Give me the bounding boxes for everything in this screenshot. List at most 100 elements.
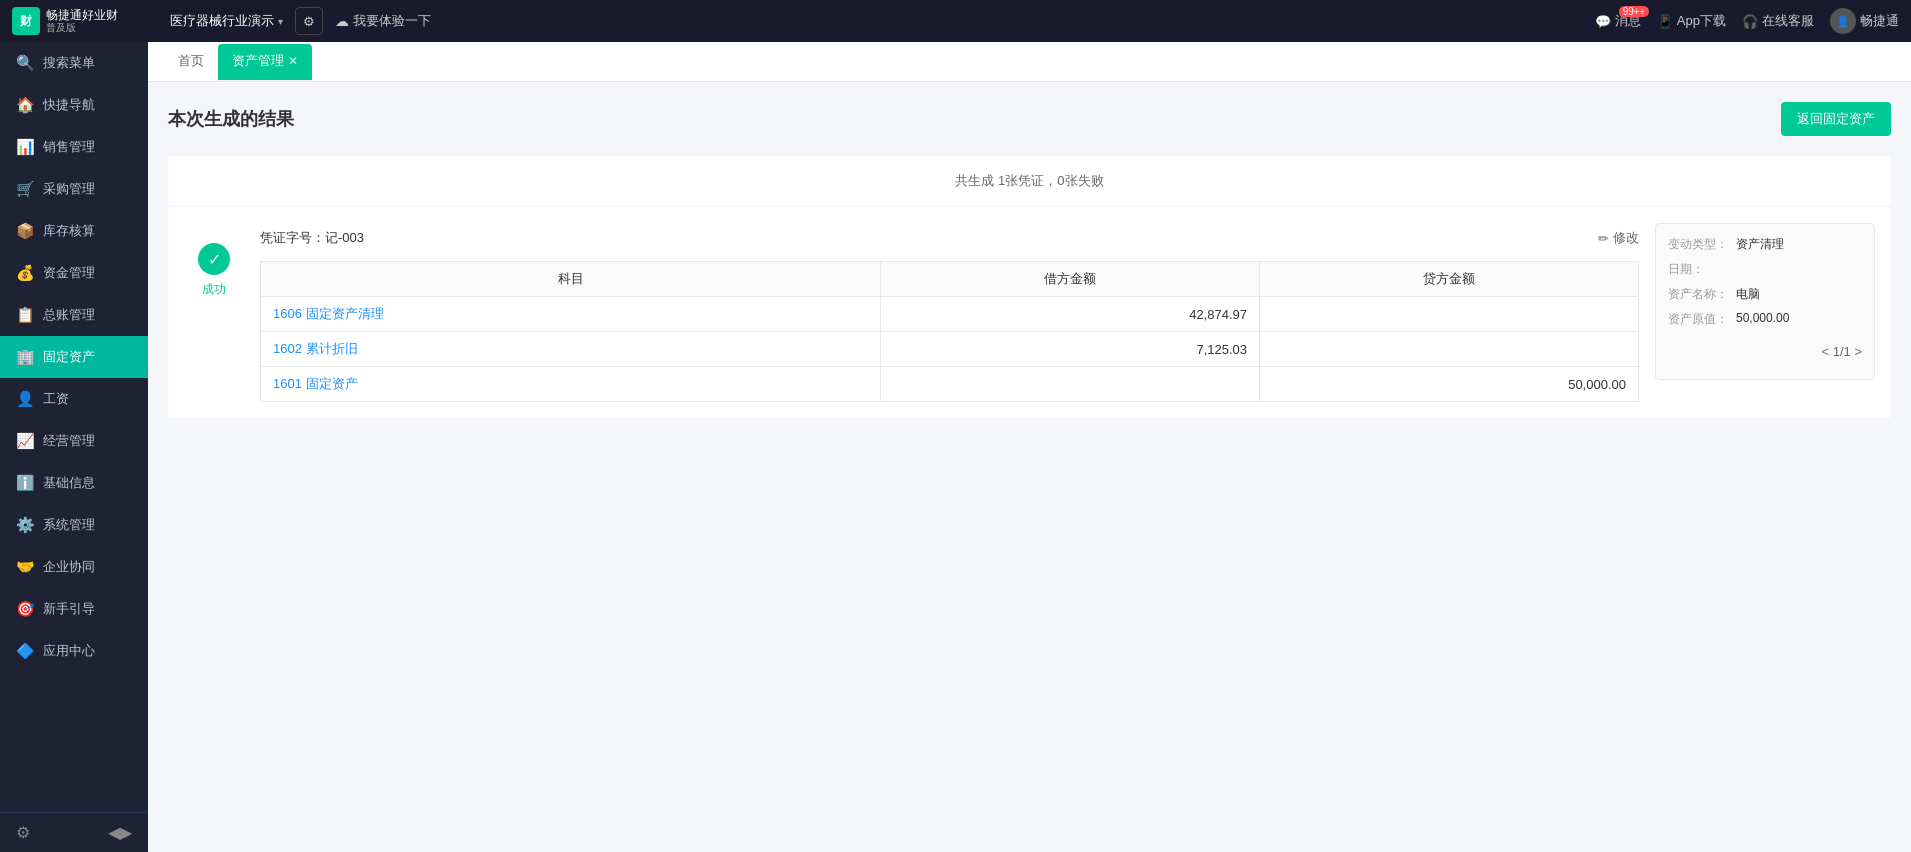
success-indicator: ✓ 成功 (184, 223, 244, 402)
sidebar-item-label: 采购管理 (43, 180, 95, 198)
headset-icon: 🎧 (1742, 14, 1758, 29)
page-header: 本次生成的结果 返回固定资产 (168, 102, 1891, 136)
sidebar-item-label: 应用中心 (43, 642, 95, 660)
collapse-icon[interactable]: ◀▶ (108, 823, 132, 842)
sidebar-item-quick-nav[interactable]: 🏠 快捷导航 (0, 84, 148, 126)
col-credit: 贷方金额 (1260, 262, 1639, 297)
sidebar-item-label: 工资 (43, 390, 69, 408)
pagination[interactable]: < 1/1 > (1668, 336, 1862, 367)
sidebar-item-label: 系统管理 (43, 516, 95, 534)
download-icon: 📱 (1657, 14, 1673, 29)
cell-subject: 1606 固定资产清理 (261, 297, 881, 332)
sidebar-item-app-center[interactable]: 🔷 应用中心 (0, 630, 148, 672)
sidebar-item-funds[interactable]: 💰 资金管理 (0, 252, 148, 294)
tab-asset-management-label: 资产管理 (232, 52, 284, 70)
change-type-label: 变动类型： (1668, 236, 1728, 253)
sidebar-bottom: ⚙ ◀▶ (0, 812, 148, 852)
side-info-panel: 变动类型： 资产清理 日期： 资产名称： 电脑 资产原值： (1655, 223, 1875, 380)
result-panel: 共生成 1张凭证，0张失败 ✓ 成功 凭证字号：记-003 ✏ (168, 156, 1891, 418)
logo-title: 畅捷通好业财 (46, 8, 118, 22)
inventory-icon: 📦 (16, 222, 35, 240)
edit-icon: ✏ (1598, 231, 1609, 246)
tab-close-icon[interactable]: ✕ (288, 54, 298, 68)
pagination-next[interactable]: > (1854, 344, 1862, 359)
voucher-table-area: 凭证字号：记-003 ✏ 修改 科目 借方金额 贷 (260, 223, 1639, 402)
edit-button[interactable]: ✏ 修改 (1598, 229, 1639, 247)
change-type-value: 资产清理 (1736, 236, 1784, 253)
header-center: 医疗器械行业演示 ▾ ⚙ ☁ 我要体验一下 (160, 7, 1595, 35)
experience-label: 我要体验一下 (353, 12, 431, 30)
sidebar-item-label: 总账管理 (43, 306, 95, 324)
home-icon: 🏠 (16, 96, 35, 114)
tab-home-label: 首页 (178, 52, 204, 70)
sidebar-item-label: 固定资产 (43, 348, 95, 366)
return-button[interactable]: 返回固定资产 (1781, 102, 1891, 136)
customer-service-button[interactable]: 🎧 在线客服 (1742, 12, 1814, 30)
logo-subtitle: 普及版 (46, 22, 118, 34)
pagination-prev[interactable]: < (1822, 344, 1830, 359)
content-area: 首页 资产管理 ✕ 本次生成的结果 返回固定资产 共生成 1张凭证，0张失败 (148, 42, 1911, 852)
operations-icon: 📈 (16, 432, 35, 450)
company-selector[interactable]: 医疗器械行业演示 ▾ (170, 12, 283, 30)
sidebar-item-fixed-assets[interactable]: 🏢 固定资产 (0, 336, 148, 378)
sidebar-item-payroll[interactable]: 👤 工资 (0, 378, 148, 420)
funds-icon: 💰 (16, 264, 35, 282)
user-name: 畅捷通 (1860, 12, 1899, 30)
ledger-icon: 📋 (16, 306, 35, 324)
logo-area: 财 畅捷通好业财 普及版 (12, 7, 160, 35)
side-info-asset-name: 资产名称： 电脑 (1668, 286, 1862, 303)
gear-icon: ⚙️ (16, 516, 35, 534)
chevron-down-icon: ▾ (278, 16, 283, 27)
col-subject: 科目 (261, 262, 881, 297)
sidebar-item-label: 基础信息 (43, 474, 95, 492)
sidebar-item-ledger[interactable]: 📋 总账管理 (0, 294, 148, 336)
purchase-icon: 🛒 (16, 180, 35, 198)
sidebar-item-label: 资金管理 (43, 264, 95, 282)
search-icon: 🔍 (16, 54, 35, 72)
col-debit: 借方金额 (881, 262, 1260, 297)
sidebar-item-inventory[interactable]: 📦 库存核算 (0, 210, 148, 252)
sidebar-item-guide[interactable]: 🎯 新手引导 (0, 588, 148, 630)
page-title: 本次生成的结果 (168, 107, 294, 131)
cooperation-icon: 🤝 (16, 558, 35, 576)
sidebar-item-system[interactable]: ⚙️ 系统管理 (0, 504, 148, 546)
info-icon: ℹ️ (16, 474, 35, 492)
side-info-date: 日期： (1668, 261, 1862, 278)
sidebar-item-search[interactable]: 🔍 搜索菜单 (0, 42, 148, 84)
messages-button[interactable]: 💬 消息 99++ (1595, 12, 1641, 30)
tab-asset-management[interactable]: 资产管理 ✕ (218, 44, 312, 80)
header-right: 💬 消息 99++ 📱 App下载 🎧 在线客服 👤 畅捷通 (1595, 8, 1899, 34)
tab-home[interactable]: 首页 (164, 44, 218, 80)
table-row: 1601 固定资产 50,000.00 (261, 367, 1639, 402)
sidebar-item-operations[interactable]: 📈 经营管理 (0, 420, 148, 462)
building-icon: 🏢 (16, 348, 35, 366)
asset-value-label: 资产原值： (1668, 311, 1728, 328)
sidebar-item-sales[interactable]: 📊 销售管理 (0, 126, 148, 168)
message-icon: 💬 (1595, 14, 1611, 29)
cell-debit: 7,125.03 (881, 332, 1260, 367)
cell-debit (881, 367, 1260, 402)
sidebar-item-basics[interactable]: ℹ️ 基础信息 (0, 462, 148, 504)
app-download-button[interactable]: 📱 App下载 (1657, 12, 1726, 30)
voucher-number: 凭证字号：记-003 (260, 229, 364, 247)
sidebar-item-purchase[interactable]: 🛒 采购管理 (0, 168, 148, 210)
summary-text: 共生成 1张凭证，0张失败 (955, 173, 1103, 188)
result-summary: 共生成 1张凭证，0张失败 (168, 156, 1891, 207)
sidebar: 🔍 搜索菜单 🏠 快捷导航 📊 销售管理 🛒 采购管理 📦 库存核算 💰 资金管… (0, 42, 148, 852)
edit-label: 修改 (1613, 229, 1639, 247)
sidebar-item-label: 搜索菜单 (43, 54, 95, 72)
top-header: 财 畅捷通好业财 普及版 医疗器械行业演示 ▾ ⚙ ☁ 我要体验一下 💬 消息 … (0, 0, 1911, 42)
sales-icon: 📊 (16, 138, 35, 156)
guide-icon: 🎯 (16, 600, 35, 618)
sidebar-item-cooperation[interactable]: 🤝 企业协同 (0, 546, 148, 588)
sidebar-item-label: 销售管理 (43, 138, 95, 156)
table-row: 1606 固定资产清理 42,874.97 (261, 297, 1639, 332)
app-center-icon: 🔷 (16, 642, 35, 660)
experience-button[interactable]: ☁ 我要体验一下 (335, 12, 431, 30)
avatar: 👤 (1830, 8, 1856, 34)
settings-bottom-icon[interactable]: ⚙ (16, 823, 30, 842)
settings-button[interactable]: ⚙ (295, 7, 323, 35)
sidebar-item-label: 经营管理 (43, 432, 95, 450)
user-profile-button[interactable]: 👤 畅捷通 (1830, 8, 1899, 34)
sidebar-item-label: 快捷导航 (43, 96, 95, 114)
